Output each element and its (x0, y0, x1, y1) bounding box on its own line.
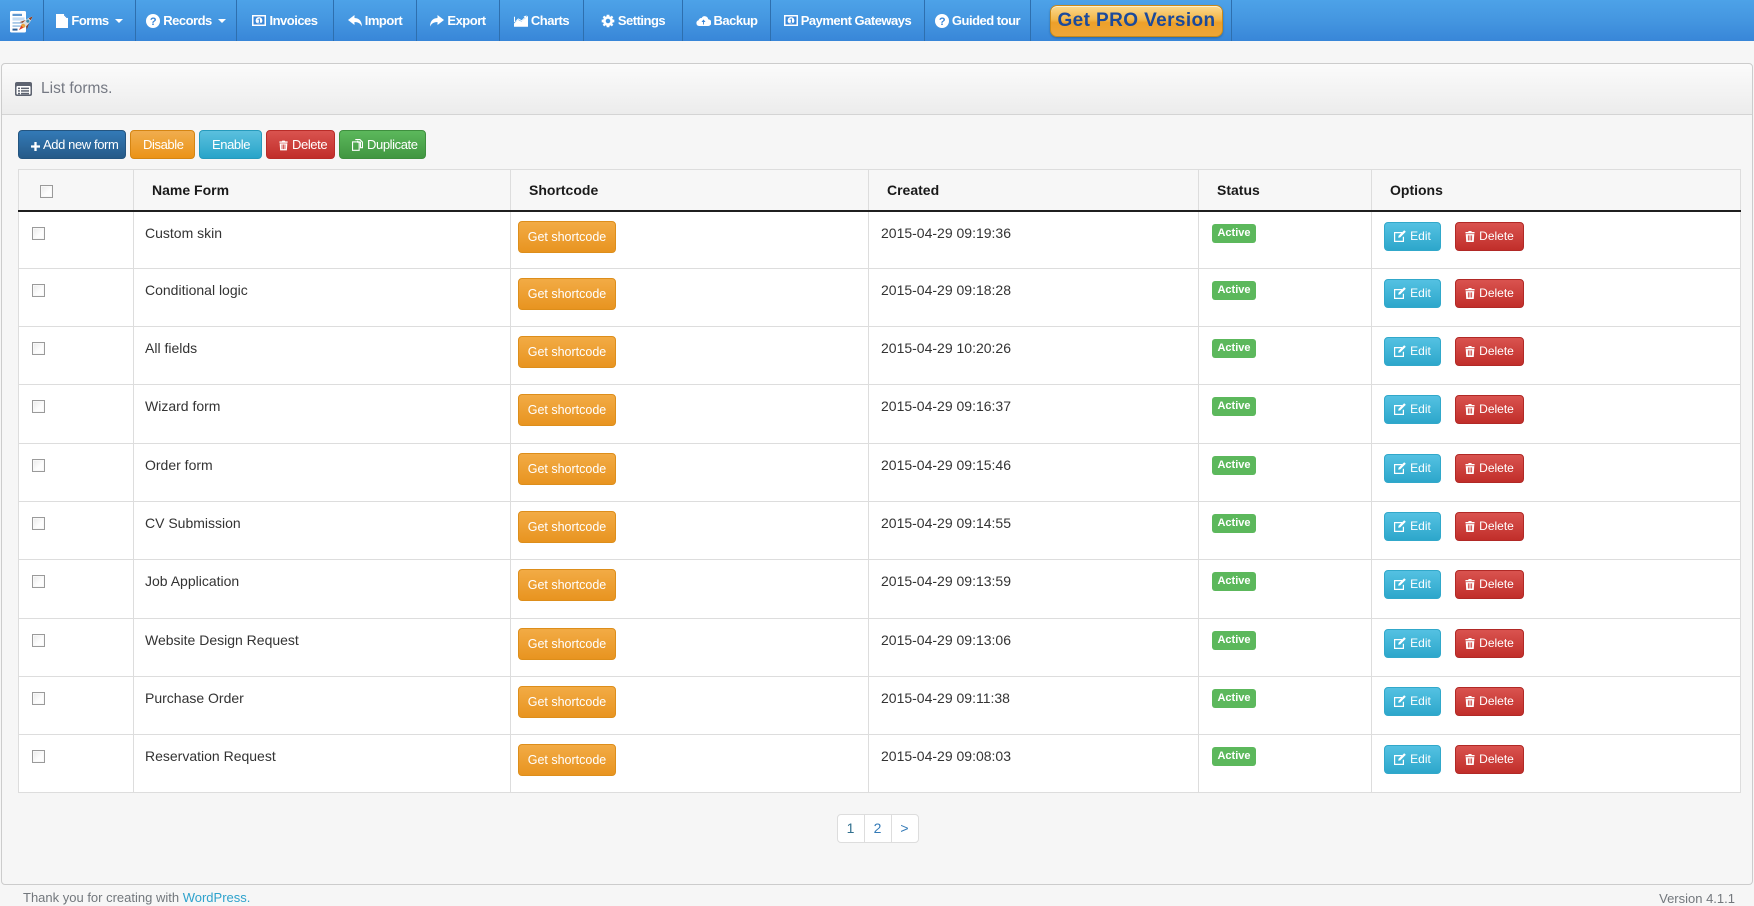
svg-text:1: 1 (789, 16, 793, 25)
svg-text:1: 1 (258, 16, 262, 25)
svg-text:?: ? (150, 16, 157, 28)
svg-text:?: ? (939, 16, 946, 28)
